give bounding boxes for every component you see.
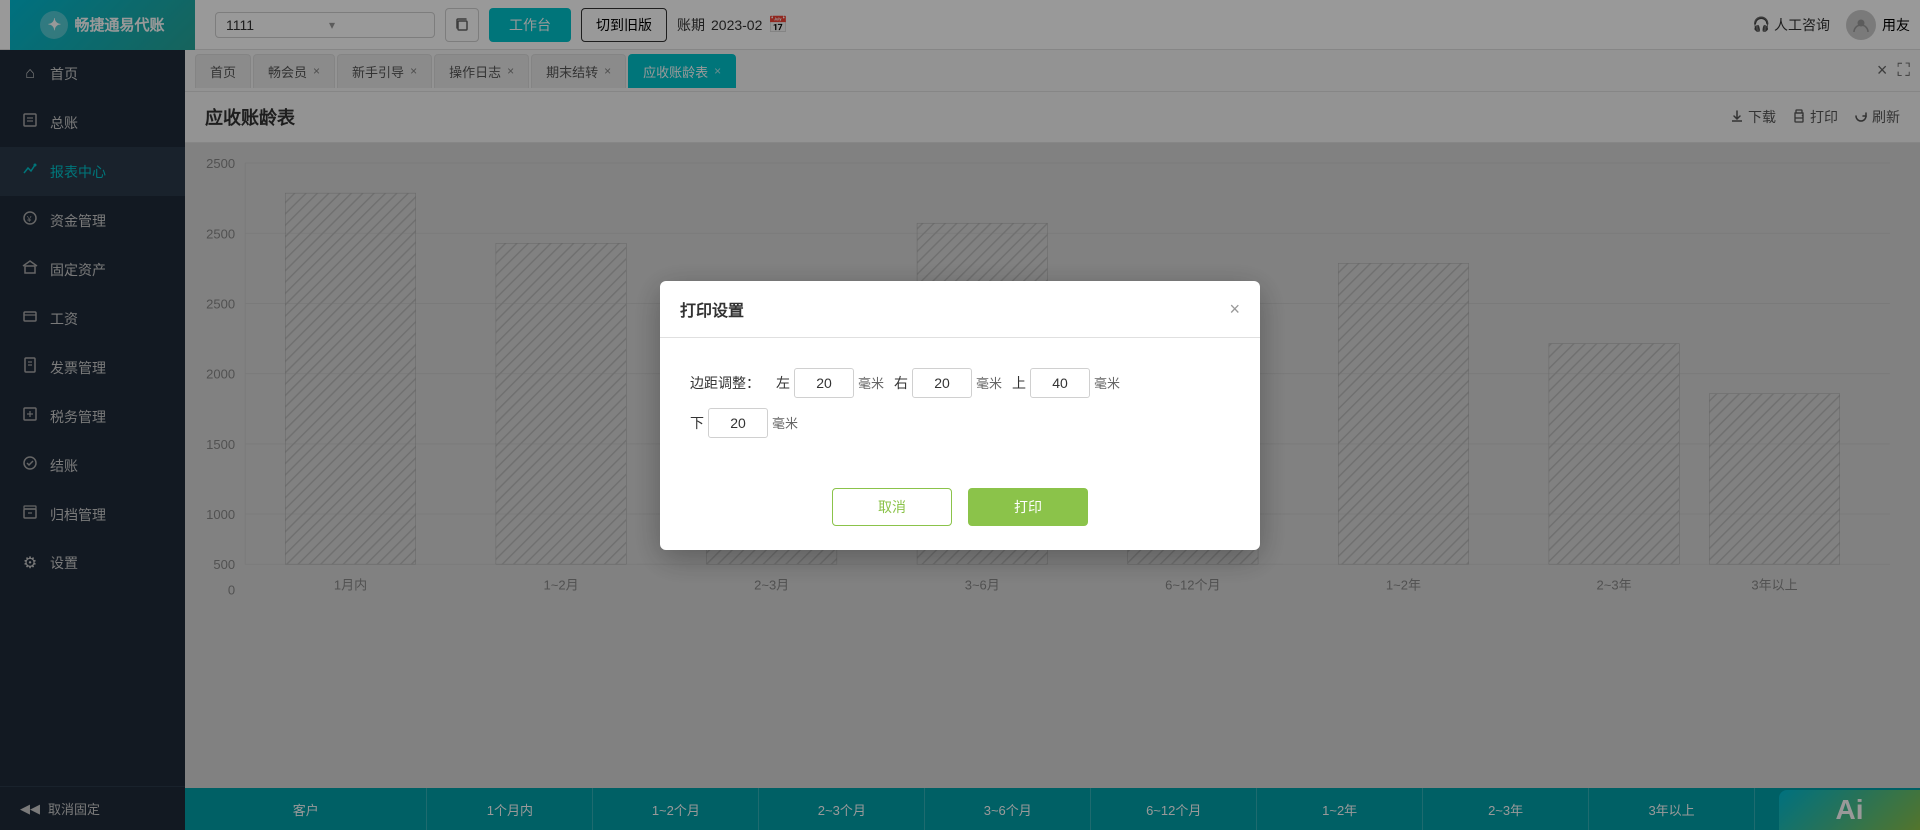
modal-overlay: 打印设置 × 边距调整： 左 毫米 右 毫米 上 毫米 <box>0 0 1920 830</box>
modal-header: 打印设置 × <box>660 281 1260 338</box>
dialog-title: 打印设置 <box>680 297 744 321</box>
margin-label: 边距调整： <box>690 373 760 393</box>
left-margin-input[interactable] <box>794 368 854 398</box>
bottom-unit: 毫米 <box>772 413 798 432</box>
top-label: 上 <box>1012 373 1026 393</box>
top-unit: 毫米 <box>1094 373 1120 392</box>
left-margin-group: 左 毫米 <box>776 368 884 398</box>
top-margin-group: 上 毫米 <box>1012 368 1120 398</box>
print-settings-dialog: 打印设置 × 边距调整： 左 毫米 右 毫米 上 毫米 <box>660 281 1260 550</box>
bottom-margin-group: 下 毫米 <box>690 408 798 438</box>
bottom-margin-input[interactable] <box>708 408 768 438</box>
right-label: 右 <box>894 373 908 393</box>
print-confirm-button[interactable]: 打印 <box>968 488 1088 526</box>
modal-footer: 取消 打印 <box>660 478 1260 550</box>
modal-body: 边距调整： 左 毫米 右 毫米 上 毫米 下 <box>660 338 1260 478</box>
left-label: 左 <box>776 373 790 393</box>
cancel-button[interactable]: 取消 <box>832 488 952 526</box>
right-margin-group: 右 毫米 <box>894 368 1002 398</box>
dialog-close-button[interactable]: × <box>1229 300 1240 318</box>
right-margin-input[interactable] <box>912 368 972 398</box>
left-unit: 毫米 <box>858 373 884 392</box>
right-unit: 毫米 <box>976 373 1002 392</box>
bottom-label: 下 <box>690 413 704 433</box>
top-margin-input[interactable] <box>1030 368 1090 398</box>
margin-row: 边距调整： 左 毫米 右 毫米 上 毫米 下 <box>690 368 1230 438</box>
